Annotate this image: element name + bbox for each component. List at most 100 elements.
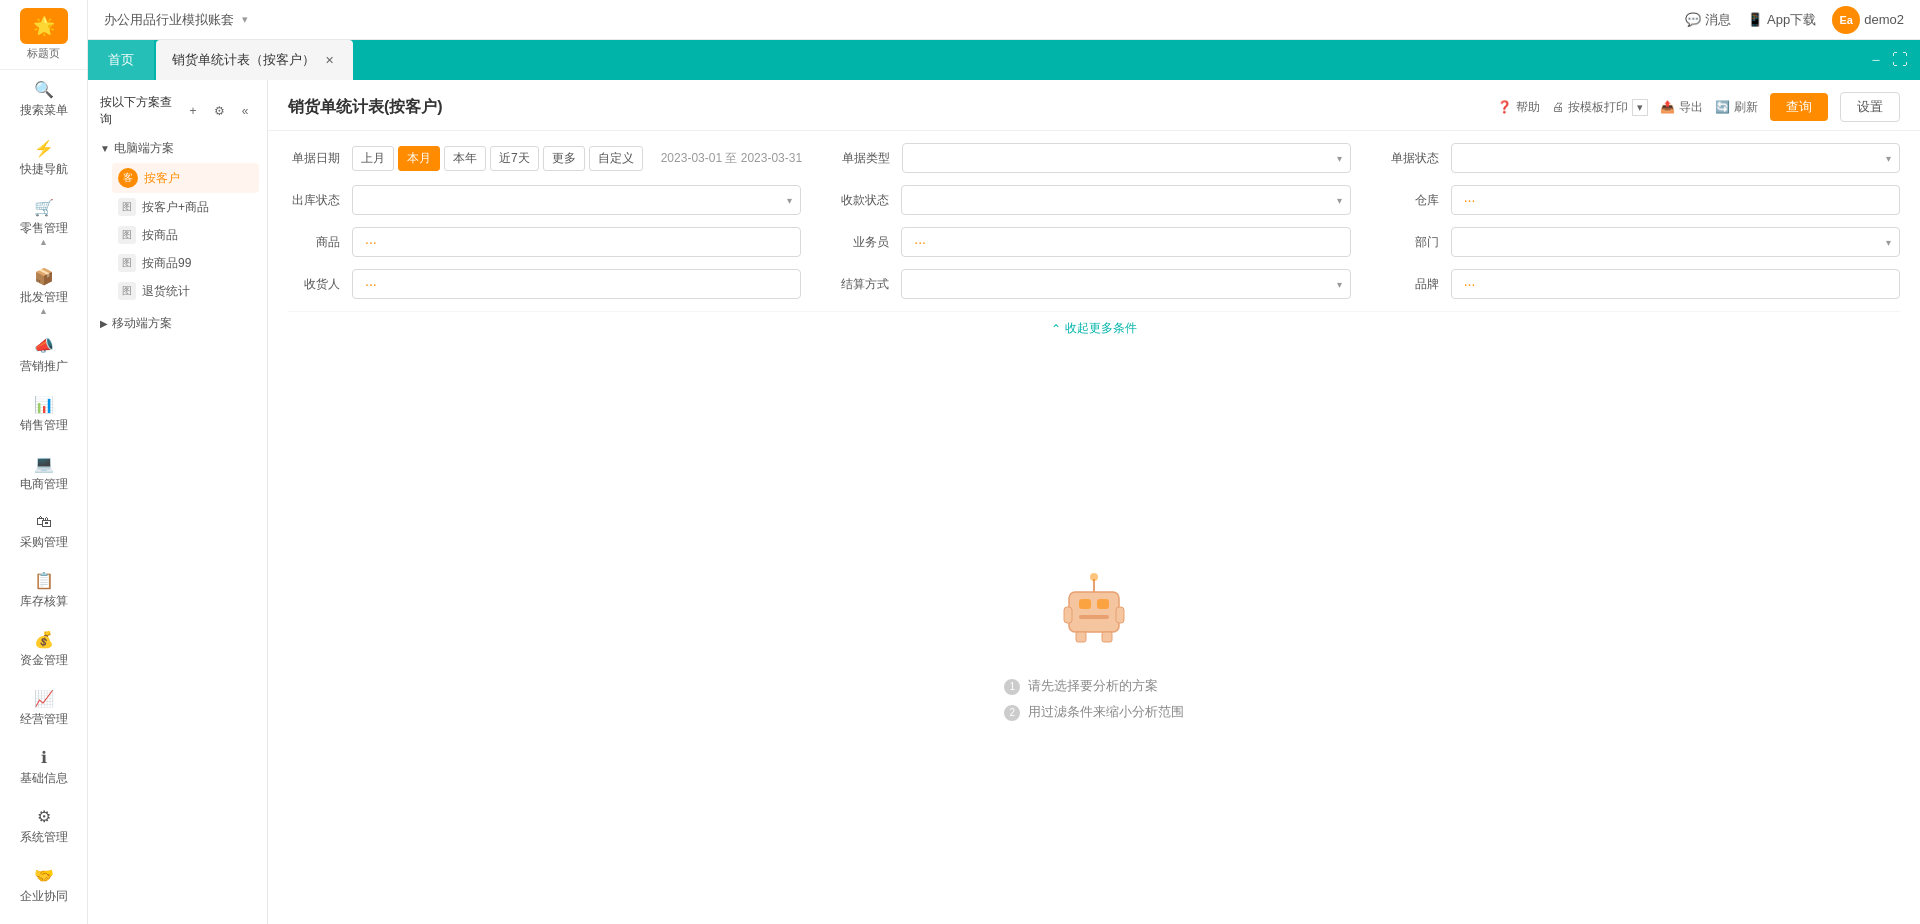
payment-dropdown-icon: ▾ xyxy=(1337,279,1342,290)
tree-child-small-icon: 图 xyxy=(118,226,136,244)
date-btn-更多[interactable]: 更多 xyxy=(543,146,585,171)
nav-label: 经营管理 xyxy=(20,711,68,728)
nav-label: 基础信息 xyxy=(20,770,68,787)
receipt-status-select[interactable]: ▾ xyxy=(901,185,1350,215)
sidebar-item-基础信息[interactable]: ℹ 基础信息 xyxy=(16,738,72,797)
tab-close-btn[interactable]: ✕ xyxy=(321,52,337,68)
export-btn[interactable]: 📤 导出 xyxy=(1660,99,1703,116)
tree-child-label: 退货统计 xyxy=(142,283,190,300)
tree-child-按商品99[interactable]: 图 按商品99 xyxy=(112,249,259,277)
doc-type-dropdown-icon: ▾ xyxy=(1337,153,1342,164)
sidebar-item-企业协同[interactable]: 🤝 企业协同 xyxy=(16,856,72,915)
out-status-select[interactable]: ▾ xyxy=(352,185,801,215)
date-btn-自定义[interactable]: 自定义 xyxy=(589,146,643,171)
sidebar-item-经营管理[interactable]: 📈 经营管理 xyxy=(16,679,72,738)
sidebar-item-资金管理[interactable]: 💰 资金管理 xyxy=(16,620,72,679)
header-dropdown-label[interactable]: 办公用品行业模拟账套 xyxy=(104,11,234,29)
sidebar-item-销售管理[interactable]: 📊 销售管理 xyxy=(16,385,72,444)
tab-home[interactable]: 首页 xyxy=(88,40,154,80)
date-btn-本年[interactable]: 本年 xyxy=(444,146,486,171)
salesman-dots[interactable]: ··· xyxy=(910,234,930,250)
empty-tip-1: 1 请先选择要分析的方案 xyxy=(1004,673,1184,699)
goods-select[interactable]: ··· xyxy=(352,227,801,257)
goods-dots[interactable]: ··· xyxy=(361,234,381,250)
sidebar-item-新手引导[interactable]: 🧭 新手引导 xyxy=(16,915,72,924)
tab-actions: － ⛶ xyxy=(1868,50,1920,71)
tab-active[interactable]: 销货单统计表（按客户） ✕ xyxy=(156,40,353,80)
header-dropdown-icon[interactable]: ▾ xyxy=(242,13,248,26)
tree-child-按客户+商品[interactable]: 图 按客户+商品 xyxy=(112,193,259,221)
sidebar-item-营销推广[interactable]: 📣 营销推广 xyxy=(16,326,72,385)
receiver-label: 收货人 xyxy=(288,276,340,293)
warehouse-dots[interactable]: ··· xyxy=(1460,192,1480,208)
salesman-select[interactable]: ··· xyxy=(901,227,1350,257)
sidebar-item-库存核算[interactable]: 📋 库存核算 xyxy=(16,561,72,620)
department-label: 部门 xyxy=(1387,234,1439,251)
date-btn-近7天[interactable]: 近7天 xyxy=(490,146,539,171)
template-print-dropdown-arrow[interactable]: ▾ xyxy=(1632,99,1648,116)
salesman-label: 业务员 xyxy=(837,234,889,251)
receiver-select[interactable]: ··· xyxy=(352,269,801,299)
sidebar-item-电商管理[interactable]: 💻 电商管理 xyxy=(16,444,72,503)
payment-label: 结算方式 xyxy=(837,276,889,293)
app-download-btn[interactable]: 📱 App下载 xyxy=(1747,11,1816,29)
tree-mobile-section[interactable]: ▶ 移动端方案 xyxy=(96,309,259,338)
tab-minimize-btn[interactable]: － xyxy=(1868,50,1884,71)
filter-row-1: 单据日期 上月本月本年近7天更多自定义 2023-03-01 至 2023-03… xyxy=(288,143,1900,173)
tab-maximize-btn[interactable]: ⛶ xyxy=(1892,51,1908,69)
help-btn[interactable]: ❓ 帮助 xyxy=(1497,99,1540,116)
sidebar-nav: 🔍 搜索菜单 ⚡ 快捷导航 🛒 零售管理 ▲ 📦 批发管理 ▲ 📣 营销推广 📊… xyxy=(16,70,72,924)
nav-label: 电商管理 xyxy=(20,476,68,493)
tab-active-label: 销货单统计表（按客户） xyxy=(172,51,315,69)
department-select[interactable]: ▾ xyxy=(1451,227,1900,257)
sidebar-item-快捷导航[interactable]: ⚡ 快捷导航 xyxy=(16,129,72,188)
brand-dots[interactable]: ··· xyxy=(1460,276,1480,292)
tree-desktop-section[interactable]: ▼ 电脑端方案 xyxy=(96,134,259,163)
sidebar-item-批发管理[interactable]: 📦 批发管理 ▲ xyxy=(16,257,72,326)
date-btn-上月[interactable]: 上月 xyxy=(352,146,394,171)
doc-type-select[interactable]: ▾ xyxy=(902,143,1351,173)
doc-status-select[interactable]: ▾ xyxy=(1451,143,1900,173)
sidebar-item-采购管理[interactable]: 🛍 采购管理 xyxy=(16,503,72,561)
payment-select[interactable]: ▾ xyxy=(901,269,1350,299)
panel-add-btn[interactable]: + xyxy=(183,101,203,121)
message-btn[interactable]: 💬 消息 xyxy=(1685,11,1731,29)
nav-label: 库存核算 xyxy=(20,593,68,610)
settings-btn[interactable]: 设置 xyxy=(1840,92,1900,122)
nav-label: 企业协同 xyxy=(20,888,68,905)
refresh-btn[interactable]: 🔄 刷新 xyxy=(1715,99,1758,116)
template-print-btn[interactable]: 🖨 按模板打印 ▾ xyxy=(1552,99,1648,116)
doc-type-label: 单据类型 xyxy=(838,150,890,167)
receiver-dots[interactable]: ··· xyxy=(361,276,381,292)
nav-label: 营销推广 xyxy=(20,358,68,375)
nav-icon: 🛍 xyxy=(36,513,52,531)
nav-label: 资金管理 xyxy=(20,652,68,669)
tree-child-按客户[interactable]: 客 按客户 xyxy=(112,163,259,193)
warehouse-label: 仓库 xyxy=(1387,192,1439,209)
tree-child-按商品[interactable]: 图 按商品 xyxy=(112,221,259,249)
empty-tips: 1 请先选择要分析的方案 2 用过滤条件来缩小分析范围 xyxy=(1004,673,1184,725)
sidebar-item-系统管理[interactable]: ⚙ 系统管理 xyxy=(16,797,72,856)
main-area: 办公用品行业模拟账套 ▾ 💬 消息 📱 App下载 Ea demo2 首页 销货… xyxy=(88,0,1920,924)
export-icon: 📤 xyxy=(1660,100,1675,114)
query-btn[interactable]: 查询 xyxy=(1770,93,1828,121)
doc-status-dropdown-icon: ▾ xyxy=(1886,153,1891,164)
panel-collapse-btn[interactable]: « xyxy=(235,101,255,121)
nav-label: 采购管理 xyxy=(20,534,68,551)
nav-icon: 🔍 xyxy=(34,80,54,99)
tree-child-退货统计[interactable]: 图 退货统计 xyxy=(112,277,259,305)
sidebar-item-零售管理[interactable]: 🛒 零售管理 ▲ xyxy=(16,188,72,257)
date-btn-本月[interactable]: 本月 xyxy=(398,146,440,171)
collapse-more-btn[interactable]: ⌃ 收起更多条件 xyxy=(288,311,1900,345)
tree-section: ▼ 电脑端方案 客 按客户 图 按客户+商品 图 按商品 图 按商品99 图 退… xyxy=(88,134,267,338)
warehouse-select[interactable]: ··· xyxy=(1451,185,1900,215)
panel-settings-btn[interactable]: ⚙ xyxy=(209,101,229,121)
user-section[interactable]: Ea demo2 xyxy=(1832,6,1904,34)
sidebar-item-搜索菜单[interactable]: 🔍 搜索菜单 xyxy=(16,70,72,129)
nav-icon: 📈 xyxy=(34,689,54,708)
date-button-group: 上月本月本年近7天更多自定义 xyxy=(352,146,643,171)
tree-mobile-label: 移动端方案 xyxy=(112,315,172,332)
brand-select[interactable]: ··· xyxy=(1451,269,1900,299)
tree-child-small-icon: 图 xyxy=(118,282,136,300)
nav-icon: 📊 xyxy=(34,395,54,414)
